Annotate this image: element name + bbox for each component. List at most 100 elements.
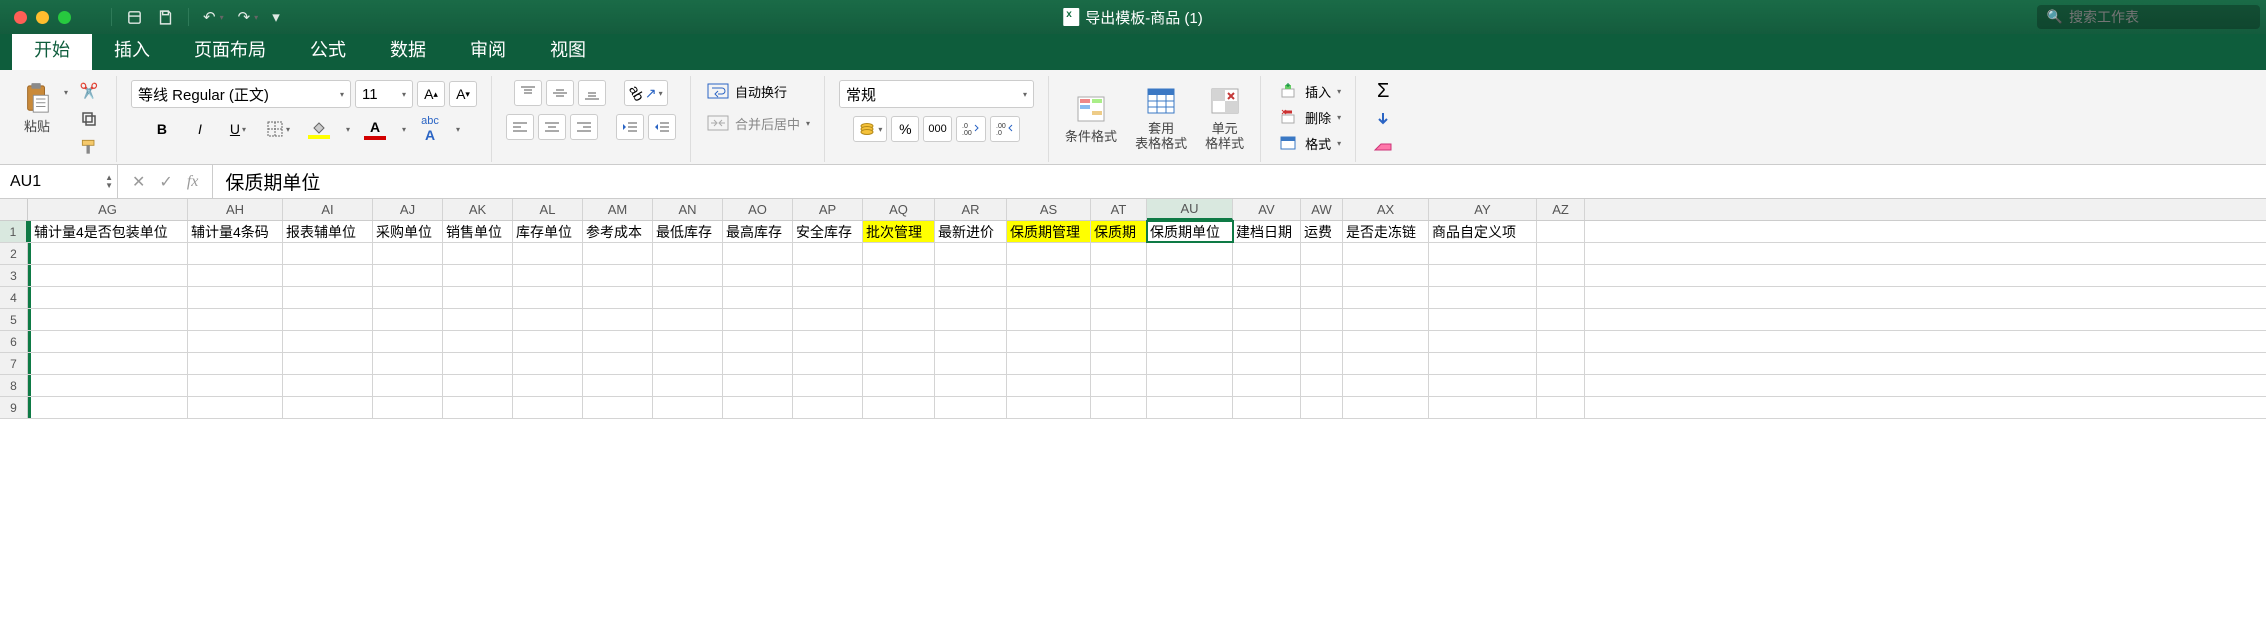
cell-AX3[interactable] (1343, 265, 1429, 286)
cell-AG7[interactable] (28, 353, 188, 374)
column-header-AG[interactable]: AG (28, 199, 188, 220)
increase-decimal-button[interactable]: .0.00 (956, 116, 986, 142)
cell-AJ4[interactable] (373, 287, 443, 308)
cell-AY9[interactable] (1429, 397, 1537, 418)
cell-AK4[interactable] (443, 287, 513, 308)
cell-AH7[interactable] (188, 353, 283, 374)
cell-AU4[interactable] (1147, 287, 1233, 308)
cell-AV9[interactable] (1233, 397, 1301, 418)
font-color-dropdown[interactable]: ▾ (402, 125, 406, 134)
cell-AH3[interactable] (188, 265, 283, 286)
column-header-AH[interactable]: AH (188, 199, 283, 220)
cell-AP6[interactable] (793, 331, 863, 352)
align-top-button[interactable] (514, 80, 542, 106)
select-all-corner[interactable] (0, 199, 28, 220)
cell-AG4[interactable] (28, 287, 188, 308)
decrease-font-button[interactable]: A▾ (449, 81, 477, 107)
cell-AY1[interactable]: 商品自定义项 (1429, 221, 1537, 242)
wrap-text-button[interactable]: 自动换行 (705, 80, 787, 102)
cell-AP4[interactable] (793, 287, 863, 308)
cell-AO7[interactable] (723, 353, 793, 374)
increase-indent-button[interactable] (648, 114, 676, 140)
insert-cells-button[interactable]: 插入▾ (1275, 80, 1341, 102)
cell-AM9[interactable] (583, 397, 653, 418)
fx-icon[interactable]: fx (187, 173, 199, 191)
cell-AZ4[interactable] (1537, 287, 1585, 308)
cell-AT4[interactable] (1091, 287, 1147, 308)
cell-AH9[interactable] (188, 397, 283, 418)
cell-AG6[interactable] (28, 331, 188, 352)
column-header-AR[interactable]: AR (935, 199, 1007, 220)
cell-AH6[interactable] (188, 331, 283, 352)
tab-审阅[interactable]: 审阅 (448, 28, 528, 70)
cell-AK8[interactable] (443, 375, 513, 396)
cell-AK6[interactable] (443, 331, 513, 352)
cell-AX9[interactable] (1343, 397, 1429, 418)
row-header-7[interactable]: 7 (0, 353, 28, 374)
cell-AM2[interactable] (583, 243, 653, 264)
column-header-AO[interactable]: AO (723, 199, 793, 220)
cell-AM6[interactable] (583, 331, 653, 352)
cell-AZ2[interactable] (1537, 243, 1585, 264)
cell-AL6[interactable] (513, 331, 583, 352)
cell-AL4[interactable] (513, 287, 583, 308)
number-format-combo[interactable]: 常规▾ (839, 80, 1034, 108)
qat-customize-icon[interactable]: ▾ (272, 8, 280, 26)
cell-AT7[interactable] (1091, 353, 1147, 374)
cell-AZ6[interactable] (1537, 331, 1585, 352)
tab-插入[interactable]: 插入 (92, 28, 172, 70)
cell-AQ9[interactable] (863, 397, 935, 418)
cell-AY2[interactable] (1429, 243, 1537, 264)
cell-AR8[interactable] (935, 375, 1007, 396)
cell-AV3[interactable] (1233, 265, 1301, 286)
cell-AR6[interactable] (935, 331, 1007, 352)
cell-AL2[interactable] (513, 243, 583, 264)
column-header-AZ[interactable]: AZ (1537, 199, 1585, 220)
cell-AY3[interactable] (1429, 265, 1537, 286)
cell-AO8[interactable] (723, 375, 793, 396)
cell-AO5[interactable] (723, 309, 793, 330)
cell-AN1[interactable]: 最低库存 (653, 221, 723, 242)
cell-AS4[interactable] (1007, 287, 1091, 308)
cell-AO9[interactable] (723, 397, 793, 418)
spreadsheet-grid[interactable]: AGAHAIAJAKALAMANAOAPAQARASATAUAVAWAXAYAZ… (0, 199, 2266, 419)
cell-AX8[interactable] (1343, 375, 1429, 396)
cell-AG3[interactable] (28, 265, 188, 286)
cell-AN8[interactable] (653, 375, 723, 396)
cell-AY4[interactable] (1429, 287, 1537, 308)
cell-AS6[interactable] (1007, 331, 1091, 352)
table-format-button[interactable]: 套用 表格格式 (1133, 82, 1189, 156)
cell-AX6[interactable] (1343, 331, 1429, 352)
cell-AJ3[interactable] (373, 265, 443, 286)
cell-AM4[interactable] (583, 287, 653, 308)
bold-button[interactable]: B (148, 116, 176, 142)
tab-数据[interactable]: 数据 (368, 28, 448, 70)
cell-AT2[interactable] (1091, 243, 1147, 264)
cell-AP8[interactable] (793, 375, 863, 396)
cell-AT5[interactable] (1091, 309, 1147, 330)
cell-AQ4[interactable] (863, 287, 935, 308)
cell-reference-input[interactable] (0, 173, 80, 191)
decrease-decimal-button[interactable]: .00.0 (990, 116, 1020, 142)
cell-AW5[interactable] (1301, 309, 1343, 330)
column-header-AI[interactable]: AI (283, 199, 373, 220)
cell-AV5[interactable] (1233, 309, 1301, 330)
column-header-AJ[interactable]: AJ (373, 199, 443, 220)
row-header-2[interactable]: 2 (0, 243, 28, 264)
align-middle-button[interactable] (546, 80, 574, 106)
column-header-AP[interactable]: AP (793, 199, 863, 220)
cell-AR2[interactable] (935, 243, 1007, 264)
cell-AH2[interactable] (188, 243, 283, 264)
cell-AK2[interactable] (443, 243, 513, 264)
cell-AR5[interactable] (935, 309, 1007, 330)
cell-AP2[interactable] (793, 243, 863, 264)
delete-cells-button[interactable]: 删除▾ (1275, 106, 1341, 128)
minimize-window-icon[interactable] (36, 11, 49, 24)
cell-AQ2[interactable] (863, 243, 935, 264)
row-header-3[interactable]: 3 (0, 265, 28, 286)
cell-AX1[interactable]: 是否走冻链 (1343, 221, 1429, 242)
row-header-5[interactable]: 5 (0, 309, 28, 330)
cell-AQ8[interactable] (863, 375, 935, 396)
cell-AK7[interactable] (443, 353, 513, 374)
cell-AU9[interactable] (1147, 397, 1233, 418)
